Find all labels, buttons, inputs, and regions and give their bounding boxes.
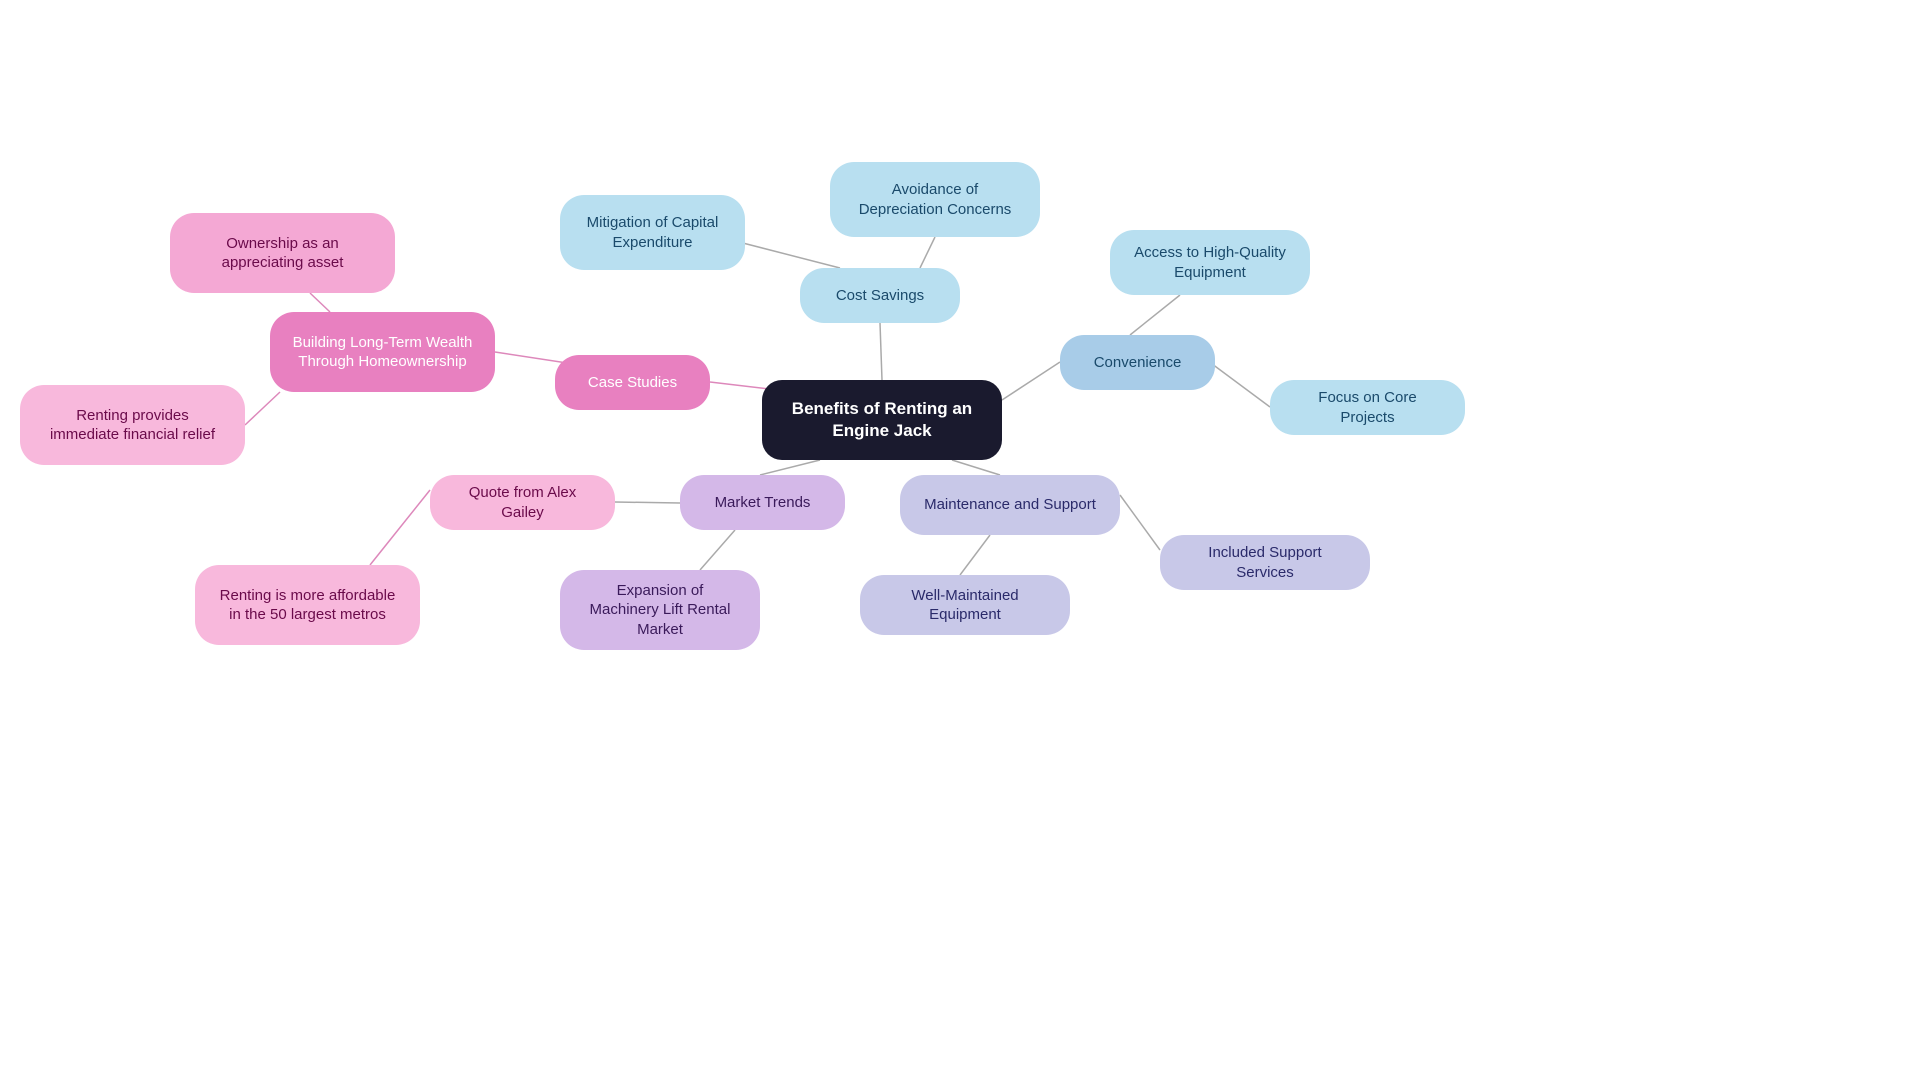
well-maintained-node: Well-Maintained Equipment xyxy=(860,575,1070,635)
center-node: Benefits of Renting an Engine Jack xyxy=(762,380,1002,460)
quote-alex-node: Quote from Alex Gailey xyxy=(430,475,615,530)
renting-immediate-node: Renting provides immediate financial rel… xyxy=(20,385,245,465)
access-high-quality-node: Access to High-Quality Equipment xyxy=(1110,230,1310,295)
case-studies-node: Case Studies xyxy=(555,355,710,410)
renting-affordable-node: Renting is more affordable in the 50 lar… xyxy=(195,565,420,645)
convenience-node: Convenience xyxy=(1060,335,1215,390)
building-wealth-node: Building Long-Term Wealth Through Homeow… xyxy=(270,312,495,392)
ownership-asset-node: Ownership as an appreciating asset xyxy=(170,213,395,293)
avoidance-depreciation-node: Avoidance of Depreciation Concerns xyxy=(830,162,1040,237)
market-trends-node: Market Trends xyxy=(680,475,845,530)
maintenance-support-node: Maintenance and Support xyxy=(900,475,1120,535)
cost-savings-node: Cost Savings xyxy=(800,268,960,323)
mitigation-capital-node: Mitigation of Capital Expenditure xyxy=(560,195,745,270)
focus-core-node: Focus on Core Projects xyxy=(1270,380,1465,435)
included-support-node: Included Support Services xyxy=(1160,535,1370,590)
expansion-machinery-node: Expansion of Machinery Lift Rental Marke… xyxy=(560,570,760,650)
